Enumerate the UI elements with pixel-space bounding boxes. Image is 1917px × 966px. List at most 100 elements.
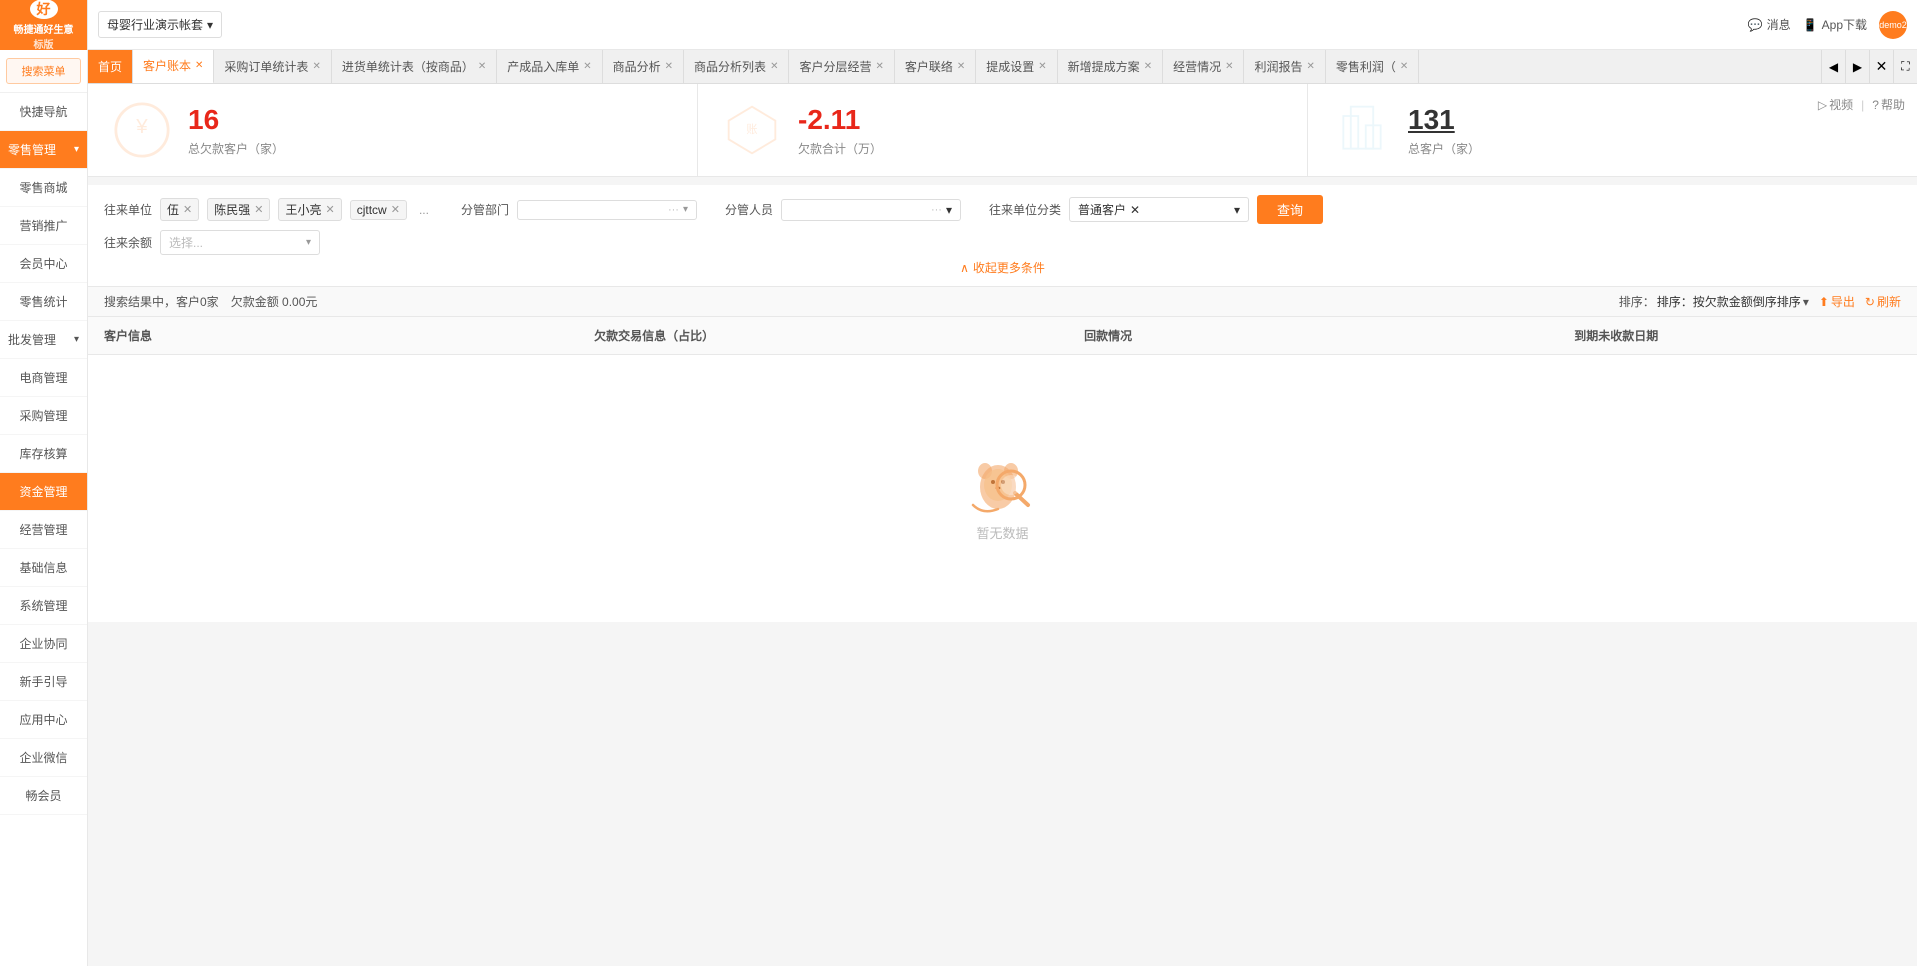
tab-close-icon[interactable]: ✕ xyxy=(1144,61,1152,72)
tab-close-icon[interactable]: ✕ xyxy=(1400,61,1408,72)
stat-card-arrears: 账 -2.11 欠款合计（万） xyxy=(698,84,1308,176)
app-download-label: App下载 xyxy=(1822,16,1867,33)
tab-purchase-stats-product[interactable]: 进货单统计表（按商品） ✕ xyxy=(332,50,497,84)
stat-actions: ▷ 视频 | ? 帮助 xyxy=(1818,96,1905,113)
stat-value-customers: 16 xyxy=(188,104,284,136)
tag-chen-close[interactable]: ✕ xyxy=(254,203,263,216)
search-menu-button[interactable]: 搜索菜单 xyxy=(6,58,81,84)
tab-operations[interactable]: 经营情况 ✕ xyxy=(1163,50,1244,84)
sidebar-item-purchase[interactable]: 采购管理 xyxy=(0,397,87,435)
help-link[interactable]: ? 帮助 xyxy=(1872,96,1905,113)
sidebar-item-retail-mall[interactable]: 零售商城 xyxy=(0,169,87,207)
tab-purchase-order-stats[interactable]: 采购订单统计表 ✕ xyxy=(214,50,331,84)
tab-customer-contact[interactable]: 客户联络 ✕ xyxy=(895,50,976,84)
filter-tag-wang: 王小亮 ✕ xyxy=(278,198,341,221)
tab-home[interactable]: 首页 xyxy=(88,50,133,84)
tab-close-icon[interactable]: ✕ xyxy=(195,60,203,71)
person-select[interactable]: ··· ▾ xyxy=(781,199,961,221)
app-download-button[interactable]: 📱 App下载 xyxy=(1803,16,1867,33)
sidebar-item-retail-mgmt[interactable]: 零售管理 ▾ xyxy=(0,131,87,169)
tab-customer-ledger[interactable]: 客户账本 ✕ xyxy=(133,50,214,84)
refresh-button[interactable]: ↻ 刷新 xyxy=(1865,293,1901,310)
sidebar-item-apps[interactable]: 应用中心 xyxy=(0,701,87,739)
sidebar-item-wholesale[interactable]: 批发管理 ▾ xyxy=(0,321,87,359)
sidebar-item-guide[interactable]: 新手引导 xyxy=(0,663,87,701)
collapse-arrow-icon: ∧ xyxy=(960,261,969,275)
sidebar-item-basics[interactable]: 基础信息 xyxy=(0,549,87,587)
tab-customer-tier[interactable]: 客户分层经营 ✕ xyxy=(789,50,894,84)
tab-close-icon[interactable]: ✕ xyxy=(1225,61,1233,72)
tab-next-button[interactable]: ▶ xyxy=(1845,50,1869,84)
col-customer-info: 客户信息 xyxy=(104,327,594,344)
tab-commission-settings[interactable]: 提成设置 ✕ xyxy=(976,50,1057,84)
unit-class-label: 往来单位分类 xyxy=(989,201,1061,218)
user-avatar[interactable]: demo2 xyxy=(1879,11,1907,39)
tab-profit-report[interactable]: 利润报告 ✕ xyxy=(1244,50,1325,84)
tag-cjttcw-close[interactable]: ✕ xyxy=(391,203,400,216)
tab-close-icon[interactable]: ✕ xyxy=(770,61,778,72)
export-button[interactable]: ⬆ 导出 xyxy=(1819,293,1855,310)
sidebar-label-wholesale: 批发管理 xyxy=(8,331,56,348)
video-icon: ▷ xyxy=(1818,98,1827,112)
sidebar-item-finance[interactable]: 资金管理 xyxy=(0,473,87,511)
tab-home-label: 首页 xyxy=(98,58,122,75)
tab-new-commission[interactable]: 新增提成方案 ✕ xyxy=(1058,50,1163,84)
svg-text:¥: ¥ xyxy=(135,115,148,138)
balance-select[interactable]: 选择... ▾ xyxy=(160,230,320,255)
tab-prev-button[interactable]: ◀ xyxy=(1821,50,1845,84)
tab-purchase-order-label: 采购订单统计表 xyxy=(224,58,308,75)
tab-product-analysis[interactable]: 商品分析 ✕ xyxy=(603,50,684,84)
balance-arrow-icon: ▾ xyxy=(306,237,311,248)
sidebar-item-weixin[interactable]: 企业微信 xyxy=(0,739,87,777)
tab-fullscreen-button[interactable]: ⛶ xyxy=(1893,50,1917,84)
refresh-icon: ↻ xyxy=(1865,295,1875,309)
tag-wu-close[interactable]: ✕ xyxy=(183,203,192,216)
unit-class-tag-close[interactable]: ✕ xyxy=(1130,203,1140,217)
sort-value: 排序：按欠款金额倒序排序 xyxy=(1657,293,1801,310)
store-selector[interactable]: 母婴行业演示帐套 ▾ xyxy=(98,11,222,38)
tab-close-icon[interactable]: ✕ xyxy=(665,61,673,72)
table-container: 客户信息 欠款交易信息（占比） 回款情况 到期未收款日期 xyxy=(88,317,1917,622)
filter-row-1: 往来单位 伍 ✕ 陈民强 ✕ 王小亮 ✕ cjttcw ✕ ... xyxy=(104,195,1901,224)
sidebar-item-operations[interactable]: 经营管理 xyxy=(0,511,87,549)
sidebar-item-members[interactable]: 会员中心 xyxy=(0,245,87,283)
tab-product-inbound-label: 产成品入库单 xyxy=(507,58,579,75)
tab-close-icon[interactable]: ✕ xyxy=(875,61,883,72)
tab-retail-profit[interactable]: 零售利润（ ✕ xyxy=(1326,50,1419,84)
tab-retail-profit-label: 零售利润（ xyxy=(1336,58,1396,75)
tab-close-icon[interactable]: ✕ xyxy=(957,61,965,72)
stat-building-icon xyxy=(1332,100,1392,160)
sidebar-item-marketing[interactable]: 营销推广 xyxy=(0,207,87,245)
sidebar: 好 畅捷通好生意 标版 搜索菜单 快捷导航 零售管理 ▾ 零售商城 营销推广 会… xyxy=(0,0,88,966)
filter-tag-cjttcw: cjttcw ✕ xyxy=(350,200,407,220)
video-link[interactable]: ▷ 视频 xyxy=(1818,96,1853,113)
tab-close-icon[interactable]: ✕ xyxy=(583,61,591,72)
tab-close-all-button[interactable]: ✕ xyxy=(1869,50,1893,84)
tab-close-icon[interactable]: ✕ xyxy=(1307,61,1315,72)
tab-close-icon[interactable]: ✕ xyxy=(1038,61,1046,72)
sidebar-item-inventory[interactable]: 库存核算 xyxy=(0,435,87,473)
tab-close-icon[interactable]: ✕ xyxy=(478,61,486,72)
tab-customer-contact-label: 客户联络 xyxy=(905,58,953,75)
tab-operations-label: 经营情况 xyxy=(1173,58,1221,75)
tab-close-icon[interactable]: ✕ xyxy=(312,61,320,72)
tab-product-inbound[interactable]: 产成品入库单 ✕ xyxy=(497,50,602,84)
query-button[interactable]: 查询 xyxy=(1257,195,1323,224)
collapse-button[interactable]: ∧ 收起更多条件 xyxy=(104,259,1901,276)
tab-customer-ledger-label: 客户账本 xyxy=(143,57,191,74)
filter-more-button[interactable]: ... xyxy=(415,201,433,219)
dept-select[interactable]: ··· ▾ xyxy=(517,200,697,220)
message-button[interactable]: 💬 消息 xyxy=(1748,16,1791,33)
sidebar-item-collab[interactable]: 企业协同 xyxy=(0,625,87,663)
sidebar-item-retail-stats[interactable]: 零售统计 xyxy=(0,283,87,321)
sidebar-arrow-retail-mgmt: ▾ xyxy=(74,144,79,155)
sidebar-item-changhui[interactable]: 畅会员 xyxy=(0,777,87,815)
tabbar: 首页 客户账本 ✕ 采购订单统计表 ✕ 进货单统计表（按商品） ✕ 产成品入库单… xyxy=(88,50,1917,84)
sidebar-item-ecommerce[interactable]: 电商管理 xyxy=(0,359,87,397)
unit-class-select[interactable]: 普通客户 ✕ ▾ xyxy=(1069,197,1249,222)
sort-button[interactable]: 排序： 排序：按欠款金额倒序排序 ▾ xyxy=(1619,293,1809,310)
tag-wang-close[interactable]: ✕ xyxy=(326,203,335,216)
tab-product-analysis-list[interactable]: 商品分析列表 ✕ xyxy=(684,50,789,84)
sidebar-quick-nav[interactable]: 快捷导航 xyxy=(0,93,87,131)
sidebar-item-system[interactable]: 系统管理 xyxy=(0,587,87,625)
